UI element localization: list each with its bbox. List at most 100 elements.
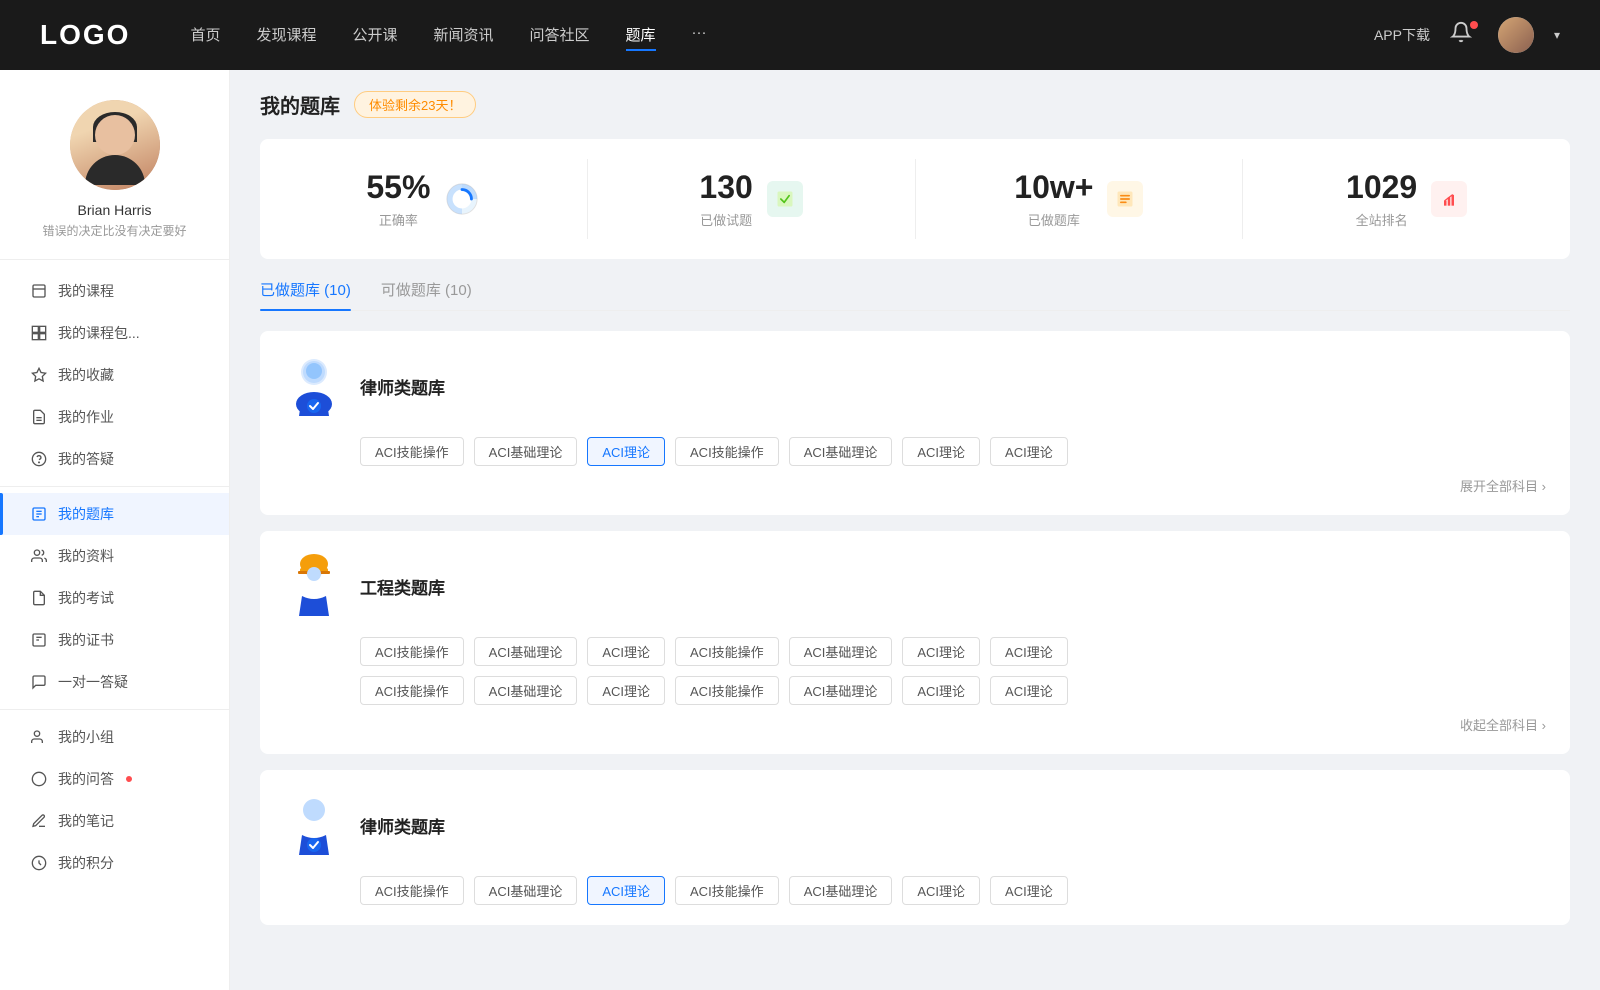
sidebar-item-favorites-label: 我的收藏 xyxy=(58,365,114,385)
sidebar-item-my-course-label: 我的课程 xyxy=(58,281,114,301)
tag-1-2[interactable]: ACI理论 xyxy=(587,637,665,666)
sidebar-item-my-qa-label: 我的答疑 xyxy=(58,449,114,469)
nav-more[interactable]: ··· xyxy=(692,20,707,51)
tag-0-0[interactable]: ACI技能操作 xyxy=(360,437,464,466)
tag-1-0[interactable]: ACI技能操作 xyxy=(360,637,464,666)
group-icon xyxy=(30,728,48,746)
qbank-name-2: 律师类题库 xyxy=(360,813,445,838)
stat-rank: 1029 全站排名 xyxy=(1243,159,1570,239)
qbank-card-2: 律师类题库 ACI技能操作 ACI基础理论 ACI理论 ACI技能操作 ACI基… xyxy=(260,770,1570,925)
stat-rank-content: 1029 全站排名 xyxy=(1346,169,1417,229)
avatar-face xyxy=(95,115,135,155)
nav-home[interactable]: 首页 xyxy=(190,20,220,51)
sidebar-item-my-qbank[interactable]: 我的题库 xyxy=(0,493,229,535)
notification-bell[interactable] xyxy=(1450,21,1478,49)
list-icon xyxy=(1107,181,1143,217)
sidebar-item-my-group-label: 我的小组 xyxy=(58,727,114,747)
tag-2-1[interactable]: ACI基础理论 xyxy=(474,876,578,905)
sidebar-item-my-questions[interactable]: 我的问答 xyxy=(0,758,229,800)
avatar[interactable] xyxy=(1498,17,1534,53)
sidebar: Brian Harris 错误的决定比没有决定要好 我的课程 我的课程包... xyxy=(0,70,230,990)
stat-done-questions-content: 130 已做试题 xyxy=(699,169,752,229)
expand-link-0[interactable]: 展开全部科目 › xyxy=(284,476,1546,495)
navbar: LOGO 首页 发现课程 公开课 新闻资讯 问答社区 题库 ··· APP下载 … xyxy=(0,0,1600,70)
tag-1-5[interactable]: ACI理论 xyxy=(902,637,980,666)
nav-menu: 首页 发现课程 公开课 新闻资讯 问答社区 题库 ··· xyxy=(190,20,1374,51)
sidebar-menu: 我的课程 我的课程包... 我的收藏 我的作业 xyxy=(0,270,229,884)
stat-done-questions-icon xyxy=(767,181,803,217)
tag-1-11[interactable]: ACI基础理论 xyxy=(789,676,893,705)
tag-2-4[interactable]: ACI基础理论 xyxy=(789,876,893,905)
stat-done-banks-icon xyxy=(1107,181,1143,217)
tag-1-12[interactable]: ACI理论 xyxy=(902,676,980,705)
qbank-tags-1: ACI技能操作 ACI基础理论 ACI理论 ACI技能操作 ACI基础理论 AC… xyxy=(360,637,1546,666)
logo[interactable]: LOGO xyxy=(40,19,130,51)
profile-icon xyxy=(30,547,48,565)
tag-2-6[interactable]: ACI理论 xyxy=(990,876,1068,905)
sidebar-divider-2 xyxy=(0,709,229,710)
tag-1-13[interactable]: ACI理论 xyxy=(990,676,1068,705)
sidebar-avatar xyxy=(70,100,160,190)
lawyer-icon xyxy=(287,354,342,419)
qbank-name-0: 律师类题库 xyxy=(360,374,445,399)
tag-2-2[interactable]: ACI理论 xyxy=(587,876,665,905)
expand-link-1[interactable]: 收起全部科目 › xyxy=(284,715,1546,734)
tag-1-7[interactable]: ACI技能操作 xyxy=(360,676,464,705)
sidebar-item-my-course[interactable]: 我的课程 xyxy=(0,270,229,312)
tag-1-8[interactable]: ACI基础理论 xyxy=(474,676,578,705)
avatar-image xyxy=(1498,17,1534,53)
sidebar-item-my-profile-label: 我的资料 xyxy=(58,546,114,566)
sidebar-item-favorites[interactable]: 我的收藏 xyxy=(0,354,229,396)
nav-discover[interactable]: 发现课程 xyxy=(256,20,316,51)
tag-0-5[interactable]: ACI理论 xyxy=(902,437,980,466)
sidebar-item-course-package[interactable]: 我的课程包... xyxy=(0,312,229,354)
tag-2-0[interactable]: ACI技能操作 xyxy=(360,876,464,905)
stats-bar: 55% 正确率 130 已做试题 xyxy=(260,139,1570,259)
qbank-card-0: 律师类题库 ACI技能操作 ACI基础理论 ACI理论 ACI技能操作 ACI基… xyxy=(260,331,1570,515)
tag-1-9[interactable]: ACI理论 xyxy=(587,676,665,705)
qbank-tags-2: ACI技能操作 ACI基础理论 ACI理论 ACI技能操作 ACI基础理论 AC… xyxy=(360,876,1546,905)
sidebar-item-my-profile[interactable]: 我的资料 xyxy=(0,535,229,577)
nav-qa[interactable]: 问答社区 xyxy=(530,20,590,51)
qbank-name-1: 工程类题库 xyxy=(360,574,445,599)
sidebar-item-homework[interactable]: 我的作业 xyxy=(0,396,229,438)
tag-1-10[interactable]: ACI技能操作 xyxy=(675,676,779,705)
tag-2-3[interactable]: ACI技能操作 xyxy=(675,876,779,905)
check-icon xyxy=(767,181,803,217)
tag-0-2[interactable]: ACI理论 xyxy=(587,437,665,466)
page-title: 我的题库 xyxy=(260,90,340,119)
sidebar-item-one-on-one[interactable]: 一对一答疑 xyxy=(0,661,229,703)
tag-2-5[interactable]: ACI理论 xyxy=(902,876,980,905)
tab-available-qbank[interactable]: 可做题库 (10) xyxy=(381,279,472,310)
tab-done-qbank[interactable]: 已做题库 (10) xyxy=(260,279,351,310)
sidebar-divider-1 xyxy=(0,486,229,487)
tag-0-1[interactable]: ACI基础理论 xyxy=(474,437,578,466)
nav-news[interactable]: 新闻资讯 xyxy=(434,20,494,51)
sidebar-item-my-cert[interactable]: 我的证书 xyxy=(0,619,229,661)
nav-qbank[interactable]: 题库 xyxy=(626,20,656,51)
app-download-button[interactable]: APP下载 xyxy=(1374,25,1430,45)
qbank-tags-1-row2: ACI技能操作 ACI基础理论 ACI理论 ACI技能操作 ACI基础理论 AC… xyxy=(360,676,1546,705)
qbank-icon-1 xyxy=(284,551,344,621)
sidebar-item-my-group[interactable]: 我的小组 xyxy=(0,716,229,758)
nav-open-course[interactable]: 公开课 xyxy=(352,20,397,51)
tag-1-4[interactable]: ACI基础理论 xyxy=(789,637,893,666)
qbank-icon-2 xyxy=(284,790,344,860)
tag-0-6[interactable]: ACI理论 xyxy=(990,437,1068,466)
stat-accuracy: 55% 正确率 xyxy=(260,159,588,239)
tag-1-3[interactable]: ACI技能操作 xyxy=(675,637,779,666)
sidebar-item-my-qa[interactable]: 我的答疑 xyxy=(0,438,229,480)
tag-1-6[interactable]: ACI理论 xyxy=(990,637,1068,666)
questions-notification-dot xyxy=(126,776,132,782)
tab-bar: 已做题库 (10) 可做题库 (10) xyxy=(260,279,1570,311)
tag-0-4[interactable]: ACI基础理论 xyxy=(789,437,893,466)
avatar-chevron-icon[interactable]: ▾ xyxy=(1554,28,1560,42)
sidebar-item-my-exam[interactable]: 我的考试 xyxy=(0,577,229,619)
questions-icon xyxy=(30,770,48,788)
sidebar-item-my-points[interactable]: 我的积分 xyxy=(0,842,229,884)
qbank-header-1: 工程类题库 xyxy=(284,551,1546,621)
sidebar-item-my-notes[interactable]: 我的笔记 xyxy=(0,800,229,842)
tag-1-1[interactable]: ACI基础理论 xyxy=(474,637,578,666)
content-area: 我的题库 体验剩余23天！ 55% 正确率 xyxy=(230,70,1600,990)
tag-0-3[interactable]: ACI技能操作 xyxy=(675,437,779,466)
